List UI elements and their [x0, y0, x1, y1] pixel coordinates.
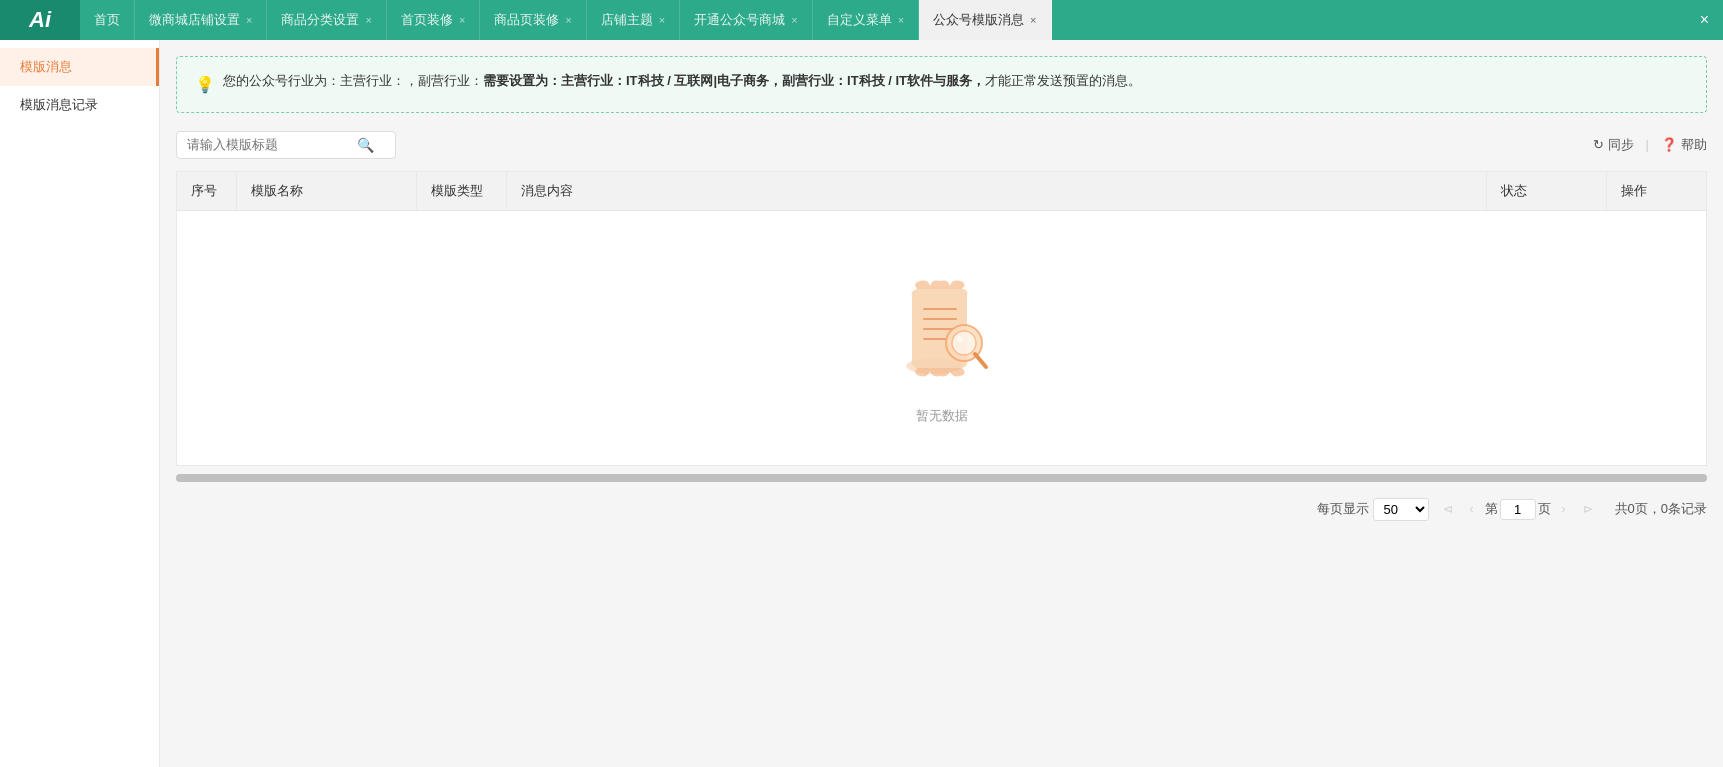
- search-input[interactable]: [187, 137, 357, 152]
- page-first-button[interactable]: ⊲: [1437, 498, 1459, 520]
- tab-template-msg-close[interactable]: ×: [1030, 14, 1036, 26]
- toolbar-right: ↻ 同步 | ❓ 帮助: [1593, 136, 1707, 154]
- alert-text: 您的公众号行业为：主营行业：，副营行业：需要设置为：主营行业：IT科技 / 互联…: [223, 71, 1141, 92]
- col-type: 模版类型: [417, 171, 507, 210]
- alert-box: 💡 您的公众号行业为：主营行业：，副营行业：需要设置为：主营行业：IT科技 / …: [176, 56, 1707, 113]
- empty-row: 暂无数据: [177, 210, 1707, 465]
- alert-icon: 💡: [195, 72, 215, 98]
- tab-open-mall[interactable]: 开通公众号商城 ×: [680, 0, 812, 40]
- col-action: 操作: [1607, 171, 1707, 210]
- tab-open-mall-label: 开通公众号商城: [694, 11, 785, 29]
- tab-product-page[interactable]: 商品页装修 ×: [480, 0, 586, 40]
- tab-weshop-close[interactable]: ×: [246, 14, 252, 26]
- topbar-tabs: 首页 微商城店铺设置 × 商品分类设置 × 首页装修 × 商品页装修 × 店铺主…: [80, 0, 1686, 40]
- scrollbar-thumb[interactable]: [176, 474, 1707, 482]
- tab-custom-menu-label: 自定义菜单: [827, 11, 892, 29]
- tab-theme-label: 店铺主题: [601, 11, 653, 29]
- empty-state: 暂无数据: [177, 211, 1706, 465]
- tab-homepage-label: 首页装修: [401, 11, 453, 29]
- sync-button[interactable]: ↻ 同步: [1593, 136, 1634, 154]
- page-size-select: 每页显示 50 20 100: [1317, 498, 1429, 521]
- sidebar-item-template-msg-record-label: 模版消息记录: [20, 97, 98, 112]
- tab-home[interactable]: 首页: [80, 0, 135, 40]
- svg-line-7: [975, 354, 986, 367]
- col-content: 消息内容: [507, 171, 1487, 210]
- tab-theme-close[interactable]: ×: [659, 14, 665, 26]
- tab-product-page-close[interactable]: ×: [565, 14, 571, 26]
- page-prev-button[interactable]: ‹: [1461, 498, 1483, 520]
- sidebar-item-template-msg-label: 模版消息: [20, 59, 72, 74]
- search-input-wrap[interactable]: 🔍: [176, 131, 396, 159]
- alert-suffix: 才能正常发送预置的消息。: [985, 73, 1141, 88]
- col-name: 模版名称: [237, 171, 417, 210]
- sync-icon: ↻: [1593, 137, 1604, 152]
- page-suffix: 页: [1538, 500, 1551, 518]
- table-header-row: 序号 模版名称 模版类型 消息内容 状态 操作: [177, 171, 1707, 210]
- pagination: 每页显示 50 20 100 ⊲ ‹ 第 页 › ⊳ 共0页，0条记录: [176, 490, 1707, 525]
- tab-template-msg-label: 公众号模版消息: [933, 11, 1024, 29]
- total-info: 共0页，0条记录: [1615, 500, 1707, 518]
- tab-homepage-close[interactable]: ×: [459, 14, 465, 26]
- search-bar: 🔍 ↻ 同步 | ❓ 帮助: [176, 131, 1707, 159]
- search-icon[interactable]: 🔍: [357, 137, 374, 153]
- help-label: 帮助: [1681, 136, 1707, 154]
- alert-highlight: 需要设置为：主营行业：IT科技 / 互联网|电子商务，副营行业：IT科技 / I…: [483, 73, 985, 88]
- sidebar: 模版消息 模版消息记录: [0, 40, 160, 767]
- tab-category[interactable]: 商品分类设置 ×: [267, 0, 386, 40]
- main-layout: 模版消息 模版消息记录 💡 您的公众号行业为：主营行业：，副营行业：需要设置为：…: [0, 40, 1723, 767]
- svg-point-6: [952, 331, 976, 355]
- sidebar-item-template-msg[interactable]: 模版消息: [0, 48, 159, 86]
- tab-weshop[interactable]: 微商城店铺设置 ×: [135, 0, 267, 40]
- alert-prefix: 您的公众号行业为：主营行业：，副营行业：: [223, 73, 483, 88]
- content-area: 💡 您的公众号行业为：主营行业：，副营行业：需要设置为：主营行业：IT科技 / …: [160, 40, 1723, 767]
- page-next-button[interactable]: ›: [1553, 498, 1575, 520]
- empty-illustration: [882, 271, 1002, 391]
- tab-home-label: 首页: [94, 11, 120, 29]
- tab-open-mall-close[interactable]: ×: [791, 14, 797, 26]
- empty-text: 暂无数据: [916, 407, 968, 425]
- sidebar-item-template-msg-record[interactable]: 模版消息记录: [0, 86, 159, 124]
- tab-custom-menu[interactable]: 自定义菜单 ×: [813, 0, 919, 40]
- page-last-button[interactable]: ⊳: [1577, 498, 1599, 520]
- col-index: 序号: [177, 171, 237, 210]
- sync-label: 同步: [1608, 136, 1634, 154]
- scrollbar-track[interactable]: [176, 474, 1707, 482]
- tab-template-msg[interactable]: 公众号模版消息 ×: [919, 0, 1051, 40]
- per-page-select[interactable]: 50 20 100: [1373, 498, 1429, 521]
- col-status: 状态: [1487, 171, 1607, 210]
- close-all-button[interactable]: ×: [1686, 11, 1723, 29]
- svg-point-8: [957, 336, 963, 342]
- help-button[interactable]: ❓ 帮助: [1661, 136, 1707, 154]
- page-input[interactable]: [1500, 499, 1536, 520]
- page-prefix: 第: [1485, 500, 1498, 518]
- per-page-label: 每页显示: [1317, 500, 1369, 518]
- tab-category-label: 商品分类设置: [281, 11, 359, 29]
- tab-homepage[interactable]: 首页装修 ×: [387, 0, 480, 40]
- tab-custom-menu-close[interactable]: ×: [898, 14, 904, 26]
- toolbar-divider: |: [1646, 137, 1649, 152]
- page-nav: ⊲ ‹ 第 页 › ⊳: [1437, 498, 1599, 520]
- tab-category-close[interactable]: ×: [365, 14, 371, 26]
- help-icon: ❓: [1661, 137, 1677, 152]
- tab-theme[interactable]: 店铺主题 ×: [587, 0, 680, 40]
- topbar: Ai 首页 微商城店铺设置 × 商品分类设置 × 首页装修 × 商品页装修 × …: [0, 0, 1723, 40]
- tab-product-page-label: 商品页装修: [494, 11, 559, 29]
- logo: Ai: [0, 0, 80, 40]
- tab-weshop-label: 微商城店铺设置: [149, 11, 240, 29]
- data-table: 序号 模版名称 模版类型 消息内容 状态 操作: [176, 171, 1707, 466]
